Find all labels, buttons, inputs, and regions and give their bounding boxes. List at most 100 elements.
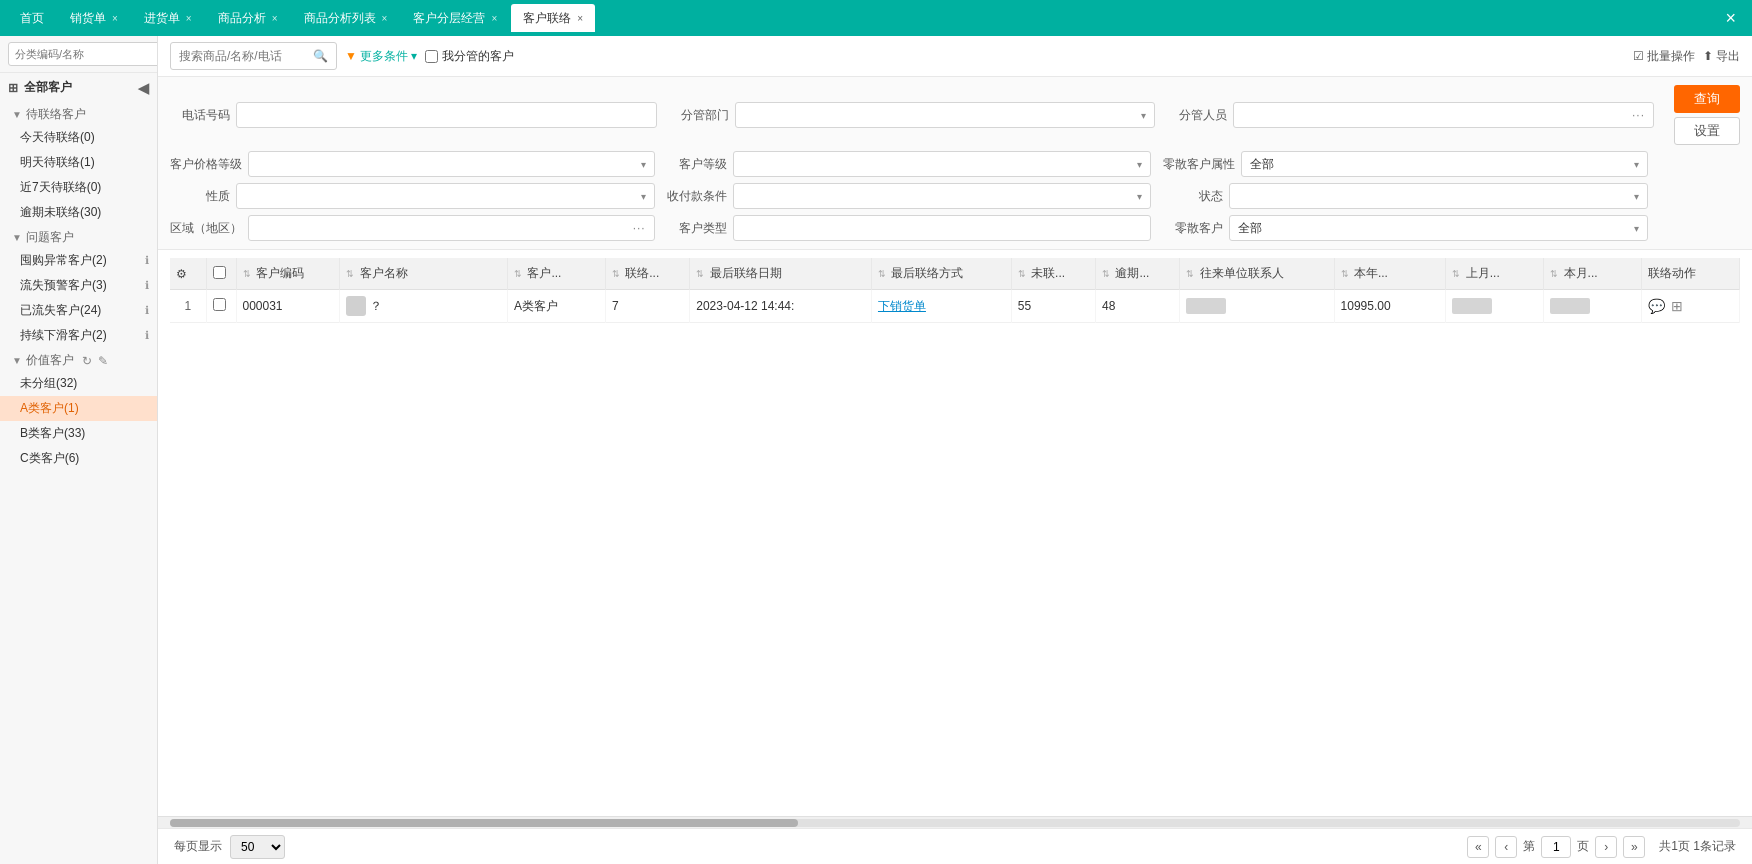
col-current-month-header[interactable]: ⇅ 本月...: [1544, 258, 1642, 290]
nav-tab-customer-contact[interactable]: 客户联络 ×: [511, 4, 595, 32]
nav-tab-customer-layer[interactable]: 客户分层经营 ×: [401, 4, 509, 32]
sidebar-collapse-icon[interactable]: ◀: [138, 80, 149, 96]
col-last-date-header[interactable]: ⇅ 最后联络日期: [690, 258, 872, 290]
nav-tab-purchase-close[interactable]: ×: [186, 13, 192, 24]
value-group-label[interactable]: ▼ 价值客户 ↻ ✎: [0, 348, 157, 371]
filter-price-grade-input[interactable]: ▾: [248, 151, 655, 177]
settings-button[interactable]: 设置: [1674, 117, 1740, 145]
pending-group-label[interactable]: ▼ 待联络客户: [0, 102, 157, 125]
hoard-abnormal-info-icon: ℹ: [145, 254, 149, 267]
col-contact-count-header[interactable]: ⇅ 联络...: [605, 258, 689, 290]
sidebar-item-b-class[interactable]: B类客户(33): [0, 421, 157, 446]
filter-retail-attr-input[interactable]: 全部 ▾: [1241, 151, 1648, 177]
row-last-method-value[interactable]: 下销货单: [878, 299, 926, 313]
filter-group-manager: 分管人员 ···: [1167, 102, 1654, 128]
filter-payment-input[interactable]: ▾: [733, 183, 1152, 209]
col-current-year-header[interactable]: ⇅ 本年...: [1334, 258, 1446, 290]
sidebar-item-ungroup[interactable]: 未分组(32): [0, 371, 157, 396]
all-customers-header[interactable]: ⊞ 全部客户 ◀: [0, 73, 157, 102]
col-level-header[interactable]: ⇅ 客户...: [508, 258, 606, 290]
col-code-header[interactable]: ⇅ 客户编码: [236, 258, 340, 290]
sidebar-item-churn-warning[interactable]: 流失预警客户(3) ℹ: [0, 273, 157, 298]
col-level-label: 客户...: [527, 266, 561, 280]
filter-retail-customer-input[interactable]: 全部 ▾: [1229, 215, 1648, 241]
sidebar-item-hoard-abnormal[interactable]: 囤购异常客户(2) ℹ: [0, 248, 157, 273]
filter-payment-arrow-icon: ▾: [1137, 191, 1142, 202]
nav-tab-goods-list-close[interactable]: ×: [382, 13, 388, 24]
sidebar-item-overdue-pending[interactable]: 逾期未联络(30): [0, 200, 157, 225]
filter-payment-label: 收付款条件: [667, 188, 727, 205]
sidebar-item-tomorrow-pending[interactable]: 明天待联络(1): [0, 150, 157, 175]
last-page-button[interactable]: »: [1623, 836, 1645, 858]
row-action-qr-icon[interactable]: ⊞: [1671, 298, 1683, 314]
sidebar-item-today-pending[interactable]: 今天待联络(0): [0, 125, 157, 150]
nav-tab-sales-close[interactable]: ×: [112, 13, 118, 24]
horizontal-scrollbar-thumb[interactable]: [170, 819, 798, 827]
sidebar-item-c-class[interactable]: C类客户(6): [0, 446, 157, 471]
col-last-method-header[interactable]: ⇅ 最后联络方式: [871, 258, 1011, 290]
page-number-input[interactable]: [1541, 836, 1571, 858]
filter-manager-dots-icon: ···: [1632, 108, 1645, 122]
nav-tab-customer-layer-close[interactable]: ×: [491, 13, 497, 24]
nav-tab-goods-analysis-close[interactable]: ×: [272, 13, 278, 24]
sidebar-search-input[interactable]: [8, 42, 158, 66]
filter-nature-input[interactable]: ▾: [236, 183, 655, 209]
filter-dept-input[interactable]: ▾: [735, 102, 1156, 128]
filter-customer-grade-input[interactable]: ▾: [733, 151, 1152, 177]
first-page-button[interactable]: «: [1467, 836, 1489, 858]
query-button[interactable]: 查询: [1674, 85, 1740, 113]
filter-panel: 电话号码 分管部门 ▾ 分管人员 ···: [158, 77, 1752, 250]
filter-region-input[interactable]: ···: [248, 215, 655, 241]
sidebar-item-7days-pending[interactable]: 近7天待联络(0): [0, 175, 157, 200]
col-not-contacted-header[interactable]: ⇅ 未联...: [1011, 258, 1095, 290]
export-button[interactable]: ⬆ 导出: [1703, 48, 1740, 65]
problem-group-label[interactable]: ▼ 问题客户: [0, 225, 157, 248]
row-name-cell: ？: [340, 290, 508, 323]
per-page-select[interactable]: 50 100 200: [230, 835, 285, 859]
filter-phone-input[interactable]: [236, 102, 657, 128]
sidebar-item-churned[interactable]: 已流失客户(24) ℹ: [0, 298, 157, 323]
content-area: 🔍 ▼ 更多条件 ▾ 我分管的客户 ☑ 批量操作 ⬆ 导出: [158, 36, 1752, 864]
col-code-sort-icon: ⇅: [243, 269, 251, 279]
select-all-checkbox[interactable]: [213, 266, 226, 279]
filter-status-input[interactable]: ▾: [1229, 183, 1648, 209]
horizontal-scrollbar[interactable]: [170, 819, 1740, 827]
value-group-refresh-icon[interactable]: ↻: [82, 354, 92, 368]
filter-manager-input[interactable]: ···: [1233, 102, 1654, 128]
row-action-chat-icon[interactable]: 💬: [1648, 298, 1665, 314]
sidebar-item-a-class[interactable]: A类客户(1): [0, 396, 157, 421]
row-last-date-cell: 2023-04-12 14:44:: [690, 290, 872, 323]
value-group-edit-icon[interactable]: ✎: [98, 354, 108, 368]
pending-group-text: 待联络客户: [26, 106, 86, 123]
main-search-icon[interactable]: 🔍: [313, 49, 328, 63]
nav-tab-goods-list[interactable]: 商品分析列表 ×: [292, 4, 400, 32]
sidebar-item-declining[interactable]: 持续下滑客户(2) ℹ: [0, 323, 157, 348]
col-last-month-header[interactable]: ⇅ 上月...: [1446, 258, 1544, 290]
nav-tab-customer-contact-close[interactable]: ×: [577, 13, 583, 24]
filter-customer-type-input[interactable]: [733, 215, 1152, 241]
total-records-label: 共1页 1条记录: [1659, 838, 1736, 855]
filter-icon: ▼: [345, 49, 357, 63]
col-contact-person-header[interactable]: ⇅ 往来单位联系人: [1180, 258, 1334, 290]
nav-tab-goods-analysis[interactable]: 商品分析 ×: [206, 4, 290, 32]
col-name-header[interactable]: ⇅ 客户名称: [340, 258, 508, 290]
col-settings[interactable]: ⚙: [170, 258, 206, 290]
main-search-input[interactable]: [179, 49, 309, 63]
a-class-label: A类客户(1): [20, 400, 79, 417]
churn-warning-label: 流失预警客户(3): [20, 277, 107, 294]
nav-tab-sales[interactable]: 销货单 ×: [58, 4, 130, 32]
filter-row-1: 电话号码 分管部门 ▾ 分管人员 ···: [170, 85, 1740, 145]
more-conditions-button[interactable]: ▼ 更多条件 ▾: [345, 48, 417, 65]
nav-tab-home[interactable]: 首页: [8, 4, 56, 32]
col-overdue-header[interactable]: ⇅ 逾期...: [1096, 258, 1180, 290]
filter-group-customer-type: 客户类型: [667, 215, 1152, 241]
row-checkbox[interactable]: [213, 298, 226, 311]
batch-op-button[interactable]: ☑ 批量操作: [1633, 48, 1695, 65]
my-customers-checkbox[interactable]: [425, 50, 438, 63]
nav-tab-purchase[interactable]: 进货单 ×: [132, 4, 204, 32]
filter-phone-label: 电话号码: [170, 107, 230, 124]
next-page-button[interactable]: ›: [1595, 836, 1617, 858]
prev-page-button[interactable]: ‹: [1495, 836, 1517, 858]
window-close-button[interactable]: ×: [1717, 8, 1744, 29]
settings-icon[interactable]: ⚙: [176, 267, 187, 281]
